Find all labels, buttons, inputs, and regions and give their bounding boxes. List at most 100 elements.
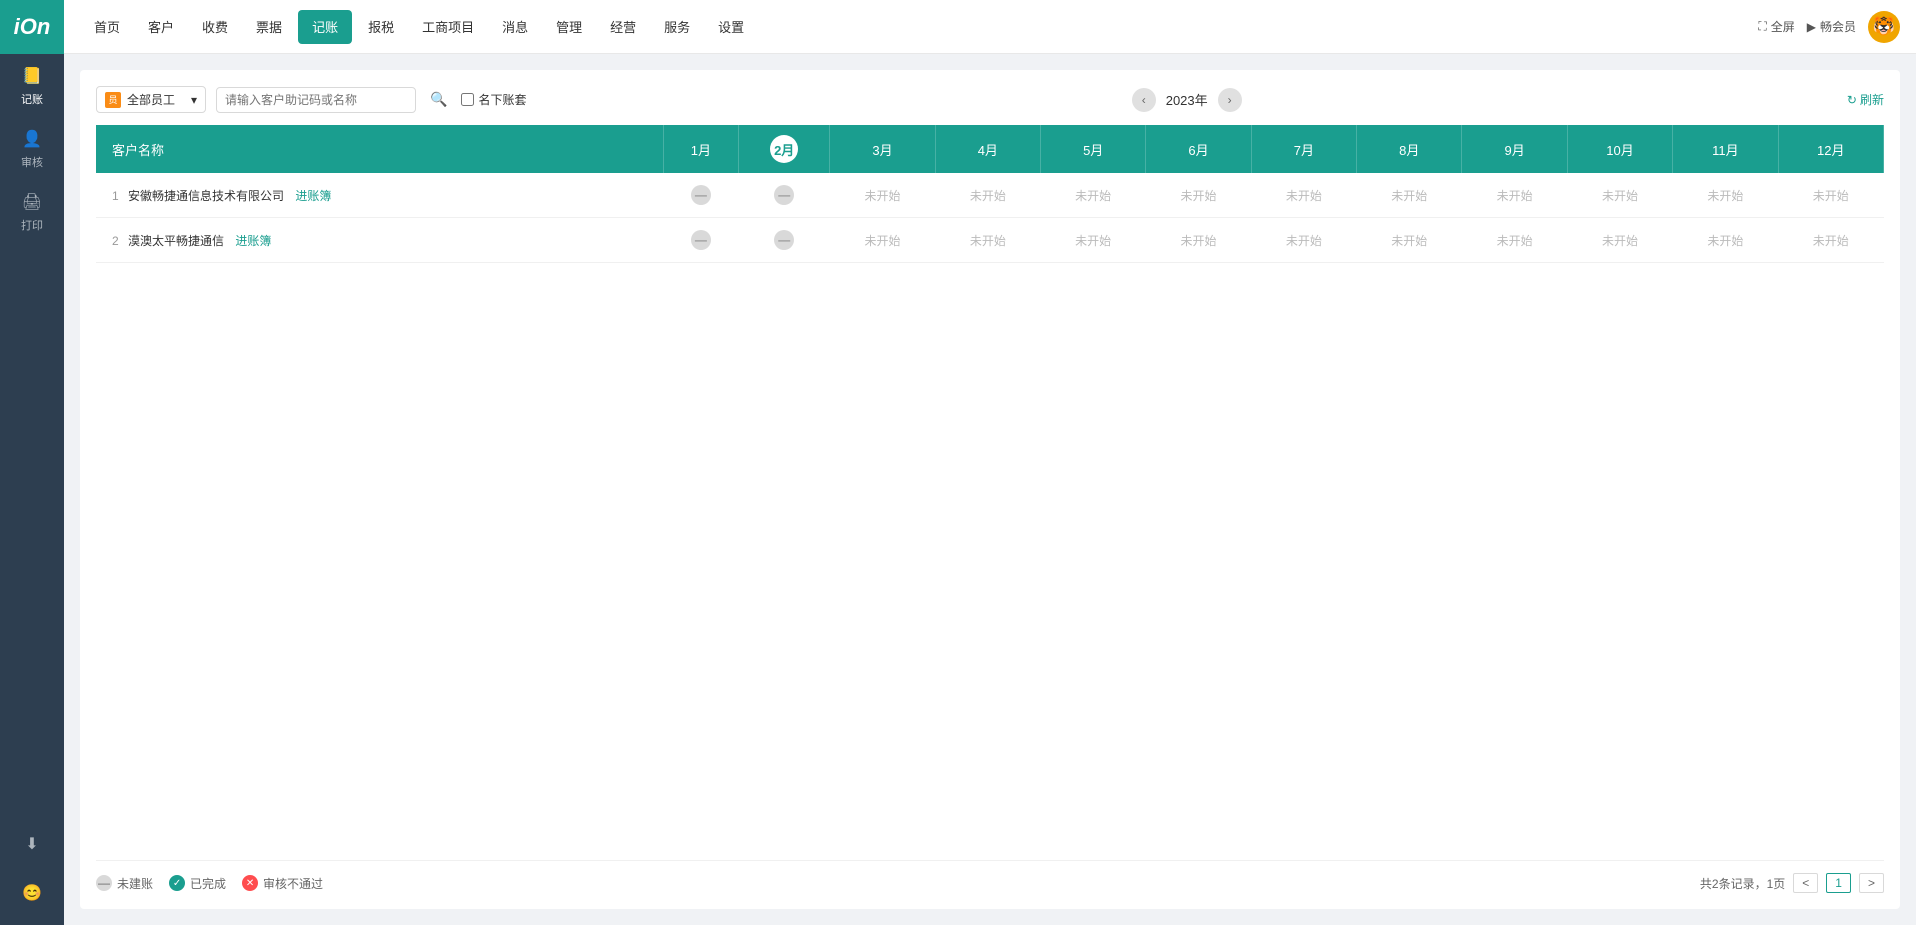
fullscreen-btn[interactable]: ⛶ 全屏 <box>1758 18 1794 35</box>
row-month-7: 未开始 <box>1251 173 1356 218</box>
sidebar: iOn 📒 记账 👤 审核 🖨 打印 ⬇ 😊 <box>0 0 64 925</box>
month-status: 未开始 <box>1497 189 1533 203</box>
col-header-m7: 7月 <box>1251 125 1356 173</box>
mingxia-checkbox[interactable] <box>461 93 474 106</box>
col-header-m8: 8月 <box>1357 125 1462 173</box>
enter-account-link[interactable]: 进账簿 <box>295 189 331 203</box>
row-month-1: — <box>663 173 738 218</box>
shenhe-icon: 👤 <box>20 127 44 151</box>
row-month-12: 未开始 <box>1778 173 1883 218</box>
member-btn[interactable]: ▶ 畅会员 <box>1807 18 1856 35</box>
checkbox-label[interactable]: 名下账套 <box>461 91 526 108</box>
avatar[interactable]: 🐯 <box>1868 11 1900 43</box>
sidebar-item-jizhang[interactable]: 📒 记账 <box>0 54 64 117</box>
prev-year-button[interactable]: ‹ <box>1132 88 1156 112</box>
row-month-12: 未开始 <box>1778 218 1883 263</box>
nav-jingying[interactable]: 经营 <box>596 0 650 54</box>
sidebar-item-download[interactable]: ⬇ <box>0 822 64 866</box>
nav-home[interactable]: 首页 <box>80 0 134 54</box>
nav-jizhang[interactable]: 记账 <box>298 10 352 44</box>
search-button[interactable]: 🔍 <box>426 91 451 108</box>
sidebar-item-label: 审核 <box>21 154 43 170</box>
row-month-2: — <box>739 218 830 263</box>
col-header-m4: 4月 <box>935 125 1040 173</box>
legend-completed: ✓ 已完成 <box>169 875 226 892</box>
main-area: 首页 客户 收费 票据 记账 报税 工商项目 消息 管理 经营 服务 设置 ⛶ … <box>64 0 1916 925</box>
row-month-6: 未开始 <box>1146 173 1251 218</box>
row-month-3: 未开始 <box>830 218 935 263</box>
next-page-button[interactable]: > <box>1859 873 1884 893</box>
row-month-5: 未开始 <box>1041 173 1146 218</box>
row-name-cell: 2 漠澳太平畅捷通信 进账簿 <box>96 218 663 263</box>
nav-baoshui[interactable]: 报税 <box>354 0 408 54</box>
refresh-label: 刷新 <box>1860 91 1884 108</box>
row-month-10: 未开始 <box>1567 173 1672 218</box>
year-nav: ‹ 2023年 › <box>1132 88 1242 112</box>
table-row: 1 安徽畅捷通信息技术有限公司 进账簿——未开始未开始未开始未开始未开始未开始未… <box>96 173 1884 218</box>
legend-not-started: — 未建账 <box>96 875 153 892</box>
col-header-m3: 3月 <box>830 125 935 173</box>
search-input[interactable] <box>216 87 416 113</box>
pagination: 共2条记录，1页 < 1 > <box>1700 873 1884 893</box>
month-status: 未开始 <box>1813 189 1849 203</box>
refresh-button[interactable]: ↻ 刷新 <box>1847 91 1884 108</box>
month-status: 未开始 <box>1602 189 1638 203</box>
nav-customer[interactable]: 客户 <box>134 0 188 54</box>
jizhang-icon: 📒 <box>20 64 44 88</box>
row-month-8: 未开始 <box>1357 218 1462 263</box>
employee-filter[interactable]: 员 全部员工 ▾ <box>96 86 206 113</box>
sidebar-item-support[interactable]: 😊 <box>0 871 64 915</box>
nav-shoufei[interactable]: 收费 <box>188 0 242 54</box>
tag-icon: 员 <box>105 92 121 108</box>
legend-label-completed: 已完成 <box>190 875 226 892</box>
col-header-m5: 5月 <box>1041 125 1146 173</box>
total-text: 共2条记录，1页 <box>1700 875 1785 892</box>
content-area: 员 全部员工 ▾ 🔍 名下账套 ‹ 2023年 › ↻ <box>64 54 1916 925</box>
legend-dot-teal: ✓ <box>169 875 185 891</box>
row-num: 2 <box>112 234 119 248</box>
row-month-9: 未开始 <box>1462 173 1567 218</box>
status-dash-icon: — <box>691 230 711 250</box>
nav-shezhi[interactable]: 设置 <box>704 0 758 54</box>
enter-account-link[interactable]: 进账簿 <box>235 234 271 248</box>
row-month-6: 未开始 <box>1146 218 1251 263</box>
row-month-7: 未开始 <box>1251 218 1356 263</box>
sidebar-item-shenhe[interactable]: 👤 审核 <box>0 117 64 180</box>
col-header-m6: 6月 <box>1146 125 1251 173</box>
toolbar: 员 全部员工 ▾ 🔍 名下账套 ‹ 2023年 › ↻ <box>96 86 1884 113</box>
month-status: 未开始 <box>1286 234 1322 248</box>
row-month-9: 未开始 <box>1462 218 1567 263</box>
fullscreen-label: 全屏 <box>1771 18 1795 35</box>
filter-label: 全部员工 <box>127 91 175 108</box>
nav-xiaoxi[interactable]: 消息 <box>488 0 542 54</box>
month-status: 未开始 <box>1286 189 1322 203</box>
sidebar-item-dayin[interactable]: 🖨 打印 <box>0 180 64 243</box>
active-month-badge: 2月 <box>770 135 798 163</box>
legend-dot-gray: — <box>96 875 112 891</box>
nav-piaoju[interactable]: 票据 <box>242 0 296 54</box>
legend-label-rejected: 审核不通过 <box>263 875 323 892</box>
month-status: 未开始 <box>1391 234 1427 248</box>
next-year-button[interactable]: › <box>1218 88 1242 112</box>
refresh-icon: ↻ <box>1847 93 1857 107</box>
row-month-1: — <box>663 218 738 263</box>
row-month-4: 未开始 <box>935 218 1040 263</box>
month-status: 未开始 <box>864 189 900 203</box>
customer-name: 安徽畅捷通信息技术有限公司 <box>128 189 284 203</box>
month-status: 未开始 <box>970 189 1006 203</box>
month-status: 未开始 <box>1813 234 1849 248</box>
prev-page-button[interactable]: < <box>1793 873 1818 893</box>
nav-gongshang[interactable]: 工商项目 <box>408 0 488 54</box>
nav-guanli[interactable]: 管理 <box>542 0 596 54</box>
legend-dot-red: ✕ <box>242 875 258 891</box>
col-header-m1: 1月 <box>663 125 738 173</box>
month-status: 未开始 <box>1707 189 1743 203</box>
customer-name: 漠澳太平畅捷通信 <box>128 234 224 248</box>
col-header-m11: 11月 <box>1673 125 1778 173</box>
month-status: 未开始 <box>1497 234 1533 248</box>
legend-rejected: ✕ 审核不通过 <box>242 875 323 892</box>
row-month-3: 未开始 <box>830 173 935 218</box>
year-label: 2023年 <box>1166 90 1208 109</box>
nav-fuwu[interactable]: 服务 <box>650 0 704 54</box>
row-month-11: 未开始 <box>1673 173 1778 218</box>
